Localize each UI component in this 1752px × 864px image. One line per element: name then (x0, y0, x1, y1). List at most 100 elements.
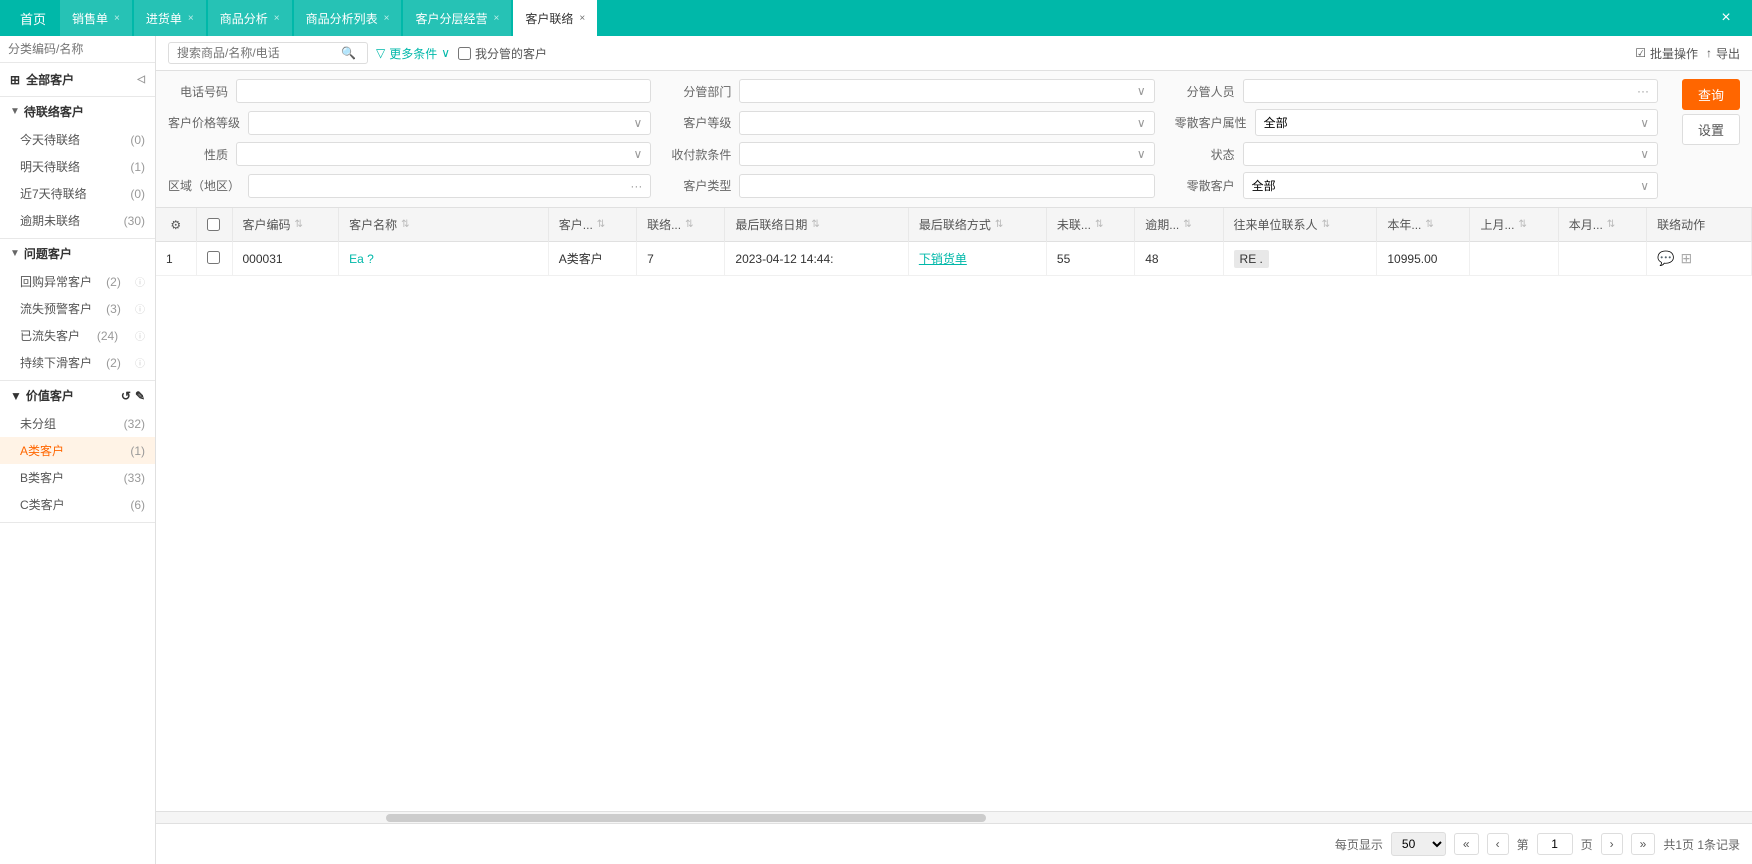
filter-select-price-level-arrow: ∨ (634, 116, 643, 130)
nav-tab-sales-close[interactable]: × (114, 13, 120, 24)
sidebar-item-today[interactable]: 今天待联络 (0) (0, 126, 155, 153)
filter-input-phone[interactable] (236, 79, 651, 103)
filter-form: 电话号码 分管部门 ∨ 分管人员 (156, 71, 1752, 208)
setting-button[interactable]: 设置 (1682, 114, 1740, 145)
select-all-checkbox[interactable] (207, 218, 220, 231)
filter-select-person[interactable]: ··· (1243, 79, 1658, 103)
sidebar-item-a-class[interactable]: A类客户 (1) (0, 437, 155, 464)
nav-home[interactable]: 首页 (8, 0, 58, 36)
sidebar-item-declining[interactable]: 持续下滑客户 (2) ⓘ (0, 349, 155, 376)
sidebar-collapse-icon[interactable]: ◁ (137, 74, 145, 85)
nav-tab-purchase-close[interactable]: × (188, 13, 194, 24)
filter-select-retail-value: 全部 (1252, 177, 1276, 194)
nav-tab-analysis-close[interactable]: × (274, 13, 280, 24)
nav-tab-customer-mgmt-close[interactable]: × (493, 13, 499, 24)
filter-select-customer-level[interactable]: ∨ (739, 111, 1154, 135)
query-button[interactable]: 查询 (1682, 79, 1740, 110)
sidebar-item-tomorrow-count: (1) (130, 160, 145, 174)
nav-tab-purchase[interactable]: 进货单 × (134, 0, 206, 36)
sidebar-section-problem-header[interactable]: ▼ 问题客户 (0, 239, 155, 268)
th-no-contact-sort[interactable]: ⇅ (1095, 219, 1103, 230)
filter-label-nature: 性质 (168, 146, 228, 163)
search-input[interactable] (177, 46, 337, 60)
action-qr-icon[interactable]: ⊞ (1681, 250, 1693, 267)
sidebar-item-7days[interactable]: 近7天待联络 (0) (0, 180, 155, 207)
filter-select-price-level[interactable]: ∨ (248, 111, 651, 135)
sidebar-section-pending-header[interactable]: ▼ 待联络客户 (0, 97, 155, 126)
content-area: 🔍 ▽ 更多条件 ∨ 我分管的客户 ☑ 批量操作 ↑ 导出 (156, 36, 1752, 864)
row-checkbox[interactable] (207, 251, 220, 264)
sidebar-item-tomorrow[interactable]: 明天待联络 (1) (0, 153, 155, 180)
sidebar-item-c-class[interactable]: C类客户 (6) (0, 491, 155, 518)
filter-select-region[interactable]: ··· (248, 174, 651, 198)
sidebar-item-lost[interactable]: 已流失客户 (24) ⓘ (0, 322, 155, 349)
filter-select-payment[interactable]: ∨ (739, 142, 1154, 166)
nav-tab-customer-mgmt[interactable]: 客户分层经营 × (403, 0, 511, 36)
nav-tab-analysis-list-close[interactable]: × (384, 13, 390, 24)
nav-tab-customer-contact[interactable]: 客户联络 × (513, 0, 597, 36)
prev-page-btn[interactable]: ‹ (1487, 833, 1509, 855)
first-page-btn[interactable]: « (1454, 833, 1479, 855)
contact-count: 7 (647, 252, 654, 266)
per-page-select[interactable]: 50 20 100 (1391, 832, 1446, 856)
sidebar-item-losswarning[interactable]: 流失预警客户 (3) ⓘ (0, 295, 155, 322)
th-this-month-sort[interactable]: ⇅ (1607, 219, 1615, 230)
filter-select-retail[interactable]: 全部 ∨ (1243, 172, 1658, 199)
nav-tab-customer-contact-close[interactable]: × (579, 13, 585, 24)
horizontal-scrollbar[interactable] (156, 811, 1752, 823)
nav-tab-analysis-list[interactable]: 商品分析列表 × (294, 0, 402, 36)
nav-tab-customer-mgmt-label: 客户分层经营 (415, 10, 487, 27)
sidebar-all-customers-header: ⊞ 全部客户 ◁ (0, 63, 155, 97)
th-this-year-sort[interactable]: ⇅ (1425, 219, 1433, 230)
nav-global-close[interactable]: × (1708, 0, 1744, 36)
td-checkbox (196, 242, 232, 276)
sidebar-item-b-class[interactable]: B类客户 (33) (0, 464, 155, 491)
customer-name[interactable]: Ea ? (349, 252, 374, 266)
filter-more-btn[interactable]: ▽ 更多条件 ∨ (376, 45, 450, 62)
unit-contact-name: RE . (1234, 250, 1269, 268)
customer-type: A类客户 (559, 252, 603, 266)
next-page-btn[interactable]: › (1601, 833, 1623, 855)
my-customers-checkbox[interactable] (458, 47, 471, 60)
nav-tab-analysis[interactable]: 商品分析 × (208, 0, 292, 36)
last-page-btn[interactable]: » (1631, 833, 1656, 855)
sidebar-item-abnormal[interactable]: 回购异常客户 (2) ⓘ (0, 268, 155, 295)
th-last-month-sort[interactable]: ⇅ (1518, 219, 1526, 230)
th-overdue-sort[interactable]: ⇅ (1183, 219, 1191, 230)
search-button-icon[interactable]: 🔍 (341, 46, 356, 60)
batch-op-btn[interactable]: ☑ 批量操作 (1635, 45, 1698, 62)
filter-field-price-level: 客户价格等级 ∨ (168, 111, 651, 135)
filter-select-nature[interactable]: ∨ (236, 142, 651, 166)
filter-select-dept[interactable]: ∨ (739, 79, 1154, 103)
filter-select-retail-attr[interactable]: 全部 ∨ (1255, 109, 1658, 136)
scrollbar-thumb[interactable] (386, 814, 986, 822)
filter-select-status[interactable]: ∨ (1243, 142, 1658, 166)
filter-input-cust-type[interactable] (739, 174, 1154, 198)
sidebar-section-value-label[interactable]: 价值客户 (26, 387, 74, 404)
th-name-sort[interactable]: ⇅ (401, 219, 409, 230)
th-code-sort[interactable]: ⇅ (295, 219, 303, 230)
th-type-sort[interactable]: ⇅ (597, 219, 605, 230)
value-refresh-icon[interactable]: ↺ (121, 389, 131, 403)
th-code: 客户编码 ⇅ (232, 208, 339, 242)
sidebar-item-overdue[interactable]: 逾期未联络 (30) (0, 207, 155, 234)
filter-field-phone: 电话号码 (168, 79, 651, 103)
th-unit-contact-sort[interactable]: ⇅ (1322, 219, 1330, 230)
export-btn[interactable]: ↑ 导出 (1706, 45, 1740, 62)
th-contact-count-sort[interactable]: ⇅ (685, 219, 693, 230)
info-icon-abnormal: ⓘ (135, 274, 145, 289)
sidebar-item-abnormal-label: 回购异常客户 (20, 273, 92, 290)
sidebar-all-customers-label[interactable]: 全部客户 (26, 71, 74, 88)
nav-tab-sales[interactable]: 销售单 × (60, 0, 132, 36)
value-edit-icon[interactable]: ✎ (135, 389, 145, 403)
th-last-type-sort[interactable]: ⇅ (995, 219, 1003, 230)
gear-settings-icon[interactable]: ⚙ (170, 218, 181, 232)
action-comment-icon[interactable]: 💬 (1657, 250, 1674, 267)
th-last-date-sort[interactable]: ⇅ (811, 219, 819, 230)
sidebar-search-input[interactable] (8, 42, 156, 56)
last-contact-type[interactable]: 下销货单 (919, 252, 967, 266)
sidebar-item-ungroup[interactable]: 未分组 (32) (0, 410, 155, 437)
sidebar-section-value-arrow: ▼ (10, 389, 22, 403)
page-input[interactable] (1537, 833, 1573, 855)
filter-row-2: 客户价格等级 ∨ 客户等级 ∨ (168, 109, 1658, 136)
